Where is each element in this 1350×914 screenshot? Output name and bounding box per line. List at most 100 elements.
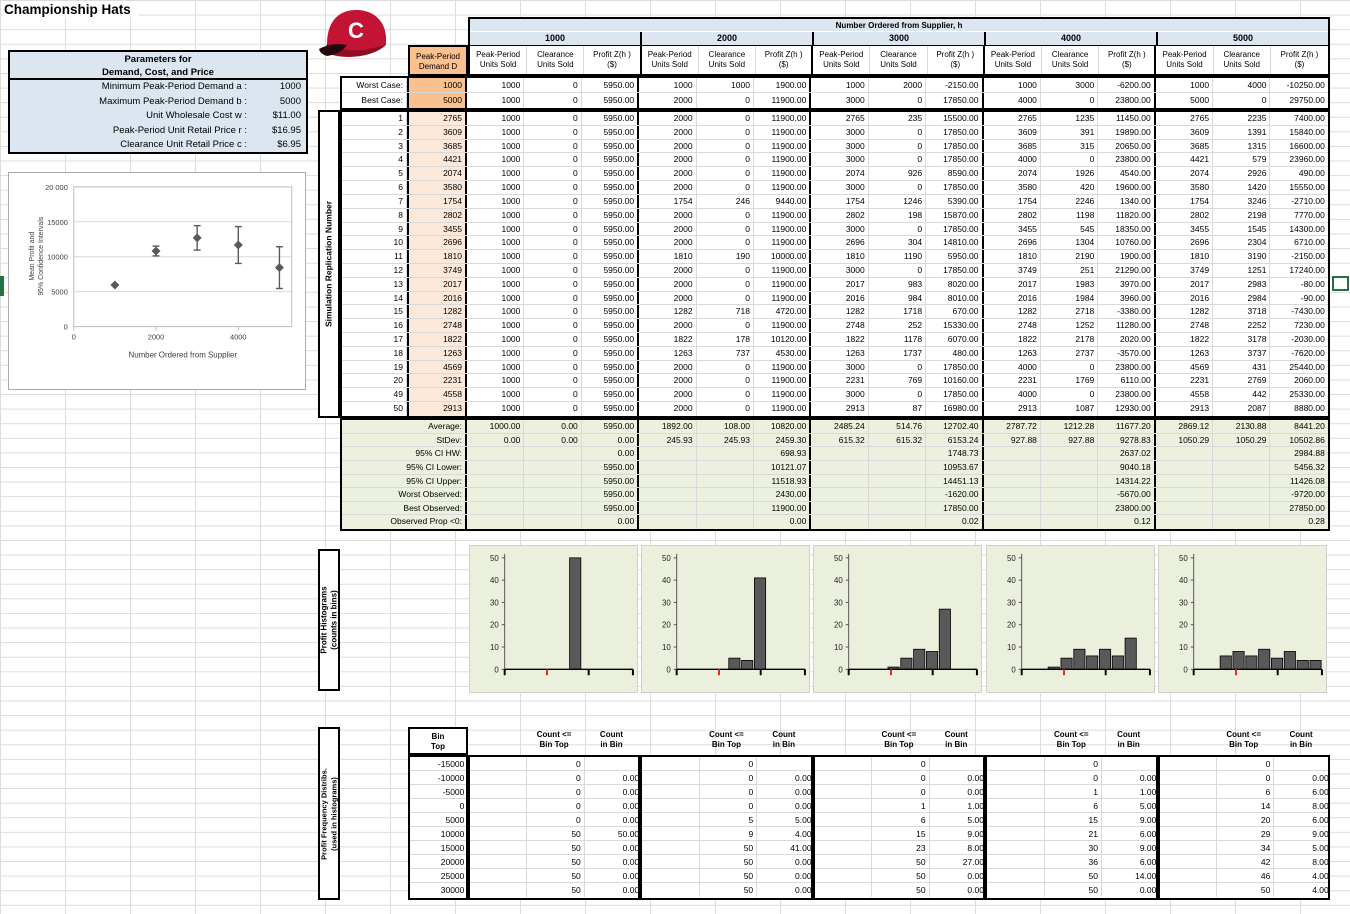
count-le-cell[interactable]: 6 [1217, 785, 1274, 798]
data-cell[interactable]: 1246 [869, 195, 926, 208]
parameter-label[interactable]: Minimum Peak-Period Demand a : [10, 80, 247, 95]
data-cell[interactable]: 11900.00 [754, 319, 811, 332]
count-le-cell[interactable]: 50 [527, 869, 584, 882]
row-label[interactable]: 10 [342, 236, 407, 249]
data-cell[interactable]: 1235 [1041, 112, 1098, 125]
data-cell[interactable]: 0 [1041, 153, 1098, 166]
data-cell[interactable]: 1420 [1213, 181, 1270, 194]
data-cell[interactable] [524, 502, 581, 515]
row-label[interactable]: 4 [342, 153, 407, 166]
data-cell[interactable]: 11280.00 [1098, 319, 1155, 332]
data-cell[interactable]: 2765 [1156, 112, 1213, 125]
count-le-cell[interactable]: 15 [872, 827, 929, 840]
data-cell[interactable]: 2000 [639, 361, 696, 374]
data-cell[interactable]: 1263 [639, 347, 696, 360]
data-cell[interactable]: 246 [697, 195, 754, 208]
data-cell[interactable]: 10953.67 [926, 461, 983, 474]
data-cell[interactable]: 2235 [1213, 112, 1270, 125]
data-cell[interactable]: 11900.00 [754, 264, 811, 277]
col-header[interactable]: Profit Z(h )($) [1099, 46, 1156, 74]
data-cell[interactable]: 2246 [1041, 195, 1098, 208]
data-cell[interactable]: 15500.00 [926, 112, 983, 125]
data-cell[interactable]: 5950.00 [582, 374, 639, 387]
data-cell[interactable]: 11900.00 [754, 140, 811, 153]
data-cell[interactable] [1156, 461, 1213, 474]
count-le-cell[interactable]: 5 [700, 813, 757, 826]
data-cell[interactable]: 1198 [1041, 209, 1098, 222]
data-cell[interactable]: 9278.83 [1098, 434, 1155, 447]
data-cell[interactable]: 29750.00 [1270, 93, 1327, 108]
data-cell[interactable]: 2000 [869, 78, 926, 92]
data-cell[interactable]: 5950.00 [582, 461, 639, 474]
profit-histograms-side-label[interactable]: Profit Histograms (counts in bins) [318, 549, 340, 691]
data-cell[interactable]: 0.00 [582, 434, 639, 447]
data-cell[interactable]: 3737 [1213, 347, 1270, 360]
freq-blank-cell[interactable] [987, 785, 1044, 798]
count-le-cell[interactable]: 0 [1045, 771, 1102, 784]
data-cell[interactable]: 3685 [984, 140, 1041, 153]
data-cell[interactable]: 11900.00 [754, 167, 811, 180]
count-le-cell[interactable]: 0 [1045, 757, 1102, 770]
data-cell[interactable]: 1822 [1156, 333, 1213, 346]
data-cell[interactable]: 5000 [1156, 93, 1213, 108]
data-cell[interactable]: 2000 [639, 388, 696, 401]
count-le-cell[interactable]: 50 [527, 827, 584, 840]
data-cell[interactable]: 8880.00 [1270, 402, 1327, 416]
data-cell[interactable]: 5950.00 [582, 126, 639, 139]
count-in-cell[interactable]: 9.00 [930, 827, 987, 840]
data-cell[interactable]: -2030.00 [1270, 333, 1327, 346]
data-cell[interactable]: 0.00 [467, 434, 524, 447]
col-header[interactable]: Peak-PeriodUnits Sold [642, 46, 699, 74]
demand-cell[interactable]: 2765 [407, 112, 467, 125]
data-cell[interactable]: 11900.00 [754, 388, 811, 401]
demand-cell[interactable]: 3455 [407, 223, 467, 236]
count-in-header[interactable]: Countin Bin [1100, 727, 1157, 755]
data-cell[interactable]: 15330.00 [926, 319, 983, 332]
data-cell[interactable]: 3000 [811, 181, 868, 194]
data-cell[interactable]: 2000 [639, 181, 696, 194]
count-in-cell[interactable]: 9.00 [1102, 841, 1159, 854]
count-le-header[interactable]: Count <=Bin Top [525, 727, 582, 755]
data-cell[interactable]: 12702.40 [926, 420, 983, 433]
data-cell[interactable]: 23800.00 [1098, 153, 1155, 166]
data-cell[interactable]: 5950.00 [582, 420, 639, 433]
data-cell[interactable]: 14810.00 [926, 236, 983, 249]
demand-cell[interactable]: 2017 [407, 278, 467, 291]
freq-blank-cell[interactable] [642, 883, 699, 897]
data-cell[interactable]: 2696 [1156, 236, 1213, 249]
data-cell[interactable] [1156, 447, 1213, 460]
data-cell[interactable] [697, 461, 754, 474]
count-le-cell[interactable]: 50 [700, 883, 757, 897]
data-cell[interactable]: 11900.00 [754, 209, 811, 222]
count-in-header[interactable]: Countin Bin [583, 727, 640, 755]
data-cell[interactable]: 5950.00 [582, 223, 639, 236]
data-cell[interactable]: 1984 [1041, 292, 1098, 305]
data-cell[interactable]: 2178 [1041, 333, 1098, 346]
histogram-panel-3000[interactable]: 01020304050 [813, 545, 982, 693]
data-cell[interactable] [811, 461, 868, 474]
data-cell[interactable]: 3749 [1156, 264, 1213, 277]
demand-cell[interactable]: 4421 [407, 153, 467, 166]
data-cell[interactable]: 0 [524, 402, 581, 416]
data-cell[interactable]: 1000 [467, 181, 524, 194]
parameter-label[interactable]: Clearance Unit Retail Price c : [10, 138, 247, 153]
demand-cell[interactable]: 2696 [407, 236, 467, 249]
data-cell[interactable]: 3960.00 [1098, 292, 1155, 305]
data-cell[interactable] [639, 515, 696, 529]
data-cell[interactable]: 1822 [639, 333, 696, 346]
count-le-cell[interactable]: 46 [1217, 869, 1274, 882]
data-cell[interactable]: 0 [524, 126, 581, 139]
data-cell[interactable]: 17850.00 [926, 93, 983, 108]
data-cell[interactable]: 2696 [984, 236, 1041, 249]
data-cell[interactable]: 1900.00 [754, 78, 811, 92]
count-le-cell[interactable]: 34 [1217, 841, 1274, 854]
order-qty-3000[interactable]: 3000 [814, 32, 986, 45]
data-cell[interactable]: 5950.00 [582, 305, 639, 318]
data-cell[interactable]: 0 [869, 264, 926, 277]
data-cell[interactable]: 0 [697, 181, 754, 194]
data-cell[interactable] [1213, 447, 1270, 460]
count-in-cell[interactable]: 5.00 [1102, 799, 1159, 812]
count-le-cell[interactable]: 0 [872, 757, 929, 770]
freq-blank-cell[interactable] [815, 827, 872, 840]
data-cell[interactable] [697, 475, 754, 488]
